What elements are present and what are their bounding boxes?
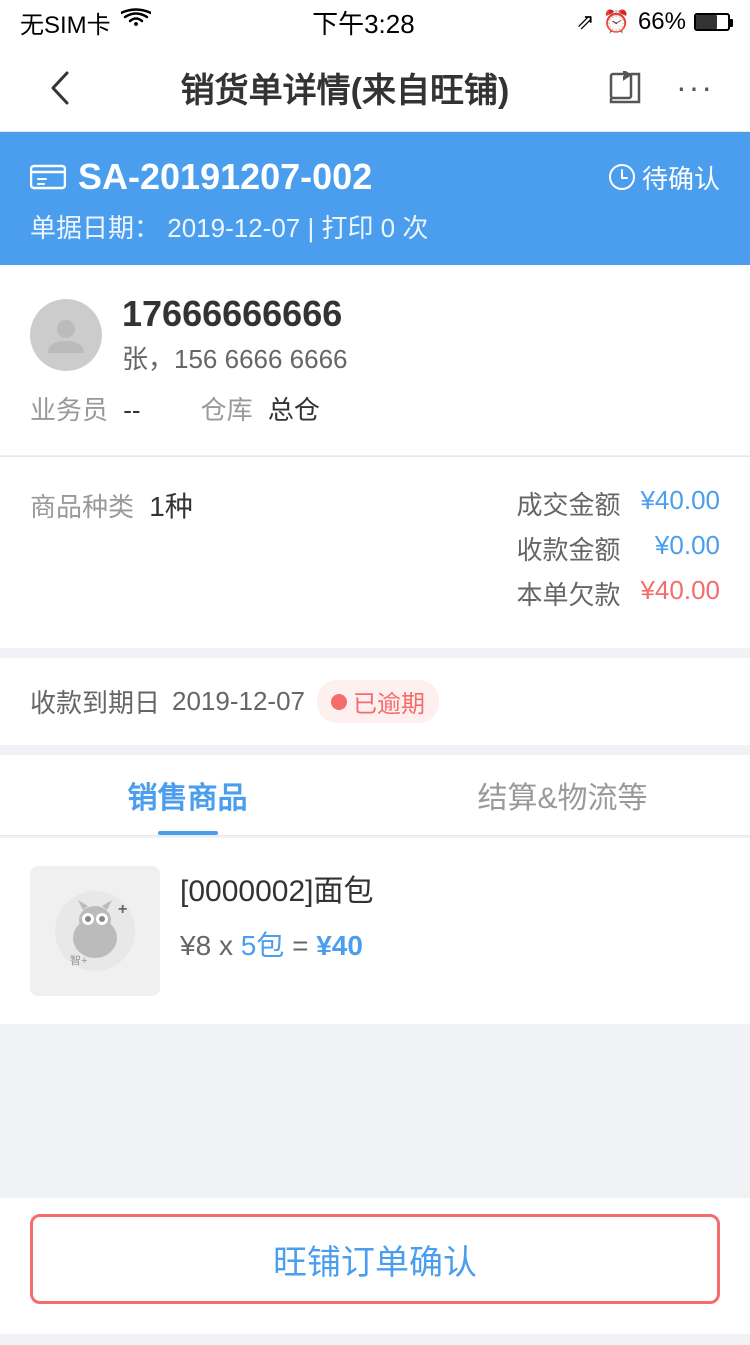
order-banner: SA-20191207-002 待确认 单据日期： 2019-12-07 | 打… <box>0 132 750 265</box>
tab-sales-products[interactable]: 销售商品 <box>0 755 375 835</box>
customer-section: 17666666666 张，156 6666 6666 业务员 -- 仓库 总仓 <box>0 265 750 456</box>
wifi-icon <box>121 8 151 37</box>
tab-settlement[interactable]: 结算&物流等 <box>375 755 750 835</box>
product-thumbnail: + 智+ <box>30 866 160 996</box>
product-price: ¥8 x 5包 = ¥40 <box>180 924 720 964</box>
bottom-bar: 旺铺订单确认 <box>0 1197 750 1334</box>
battery-icon <box>694 13 730 31</box>
location-icon: ⇗ <box>576 9 594 35</box>
order-date: 单据日期： 2019-12-07 | 打印 0 次 <box>30 208 720 245</box>
order-status: 待确认 <box>608 159 720 196</box>
tabs-section: 销售商品 结算&物流等 <box>0 755 750 836</box>
carrier-label: 无SIM卡 <box>20 5 111 40</box>
product-name: [0000002]面包 <box>180 866 720 910</box>
nav-actions: ··· <box>600 63 720 113</box>
status-left: 无SIM卡 <box>20 5 151 40</box>
avatar <box>30 299 102 371</box>
customer-name: 张，156 6666 6666 <box>122 339 348 376</box>
due-section: 收款到期日 2019-12-07 已逾期 <box>0 658 750 755</box>
status-time: 下午3:28 <box>312 4 415 41</box>
share-button[interactable] <box>600 63 650 113</box>
svg-text:+: + <box>118 901 127 918</box>
page-title: 销货单详情(来自旺铺) <box>181 63 510 112</box>
product-info: [0000002]面包 ¥8 x 5包 = ¥40 <box>180 866 720 996</box>
back-button[interactable] <box>30 58 90 118</box>
overdue-dot-icon <box>331 694 347 710</box>
nav-bar: 销货单详情(来自旺铺) ··· <box>0 44 750 132</box>
alarm-icon: ⏰ <box>603 9 630 35</box>
order-id: SA-20191207-002 <box>30 156 372 198</box>
product-item: + 智+ [0000002]面包 ¥8 x 5包 = ¥40 <box>0 838 750 1025</box>
battery-percent: 66% <box>638 8 686 36</box>
customer-phone: 17666666666 <box>122 293 348 335</box>
status-bar: 无SIM卡 下午3:28 ⇗ ⏰ 66% <box>0 0 750 44</box>
svg-text:智+: 智+ <box>70 953 87 967</box>
empty-area <box>0 1025 750 1225</box>
summary-right: 成交金额 ¥40.00 收款金额 ¥0.00 本单欠款 ¥40.00 <box>516 485 720 620</box>
summary-section: 商品种类 1种 成交金额 ¥40.00 收款金额 ¥0.00 本单欠款 ¥40.… <box>0 457 750 658</box>
overdue-badge: 已逾期 <box>317 680 439 723</box>
warehouse-item: 仓库 总仓 <box>201 390 320 427</box>
salesperson-item: 业务员 -- <box>30 390 141 427</box>
product-section: + 智+ [0000002]面包 ¥8 x 5包 = ¥40 <box>0 838 750 1025</box>
more-button[interactable]: ··· <box>670 63 720 113</box>
status-right: ⇗ ⏰ 66% <box>576 8 730 36</box>
confirm-order-button[interactable]: 旺铺订单确认 <box>30 1214 720 1304</box>
